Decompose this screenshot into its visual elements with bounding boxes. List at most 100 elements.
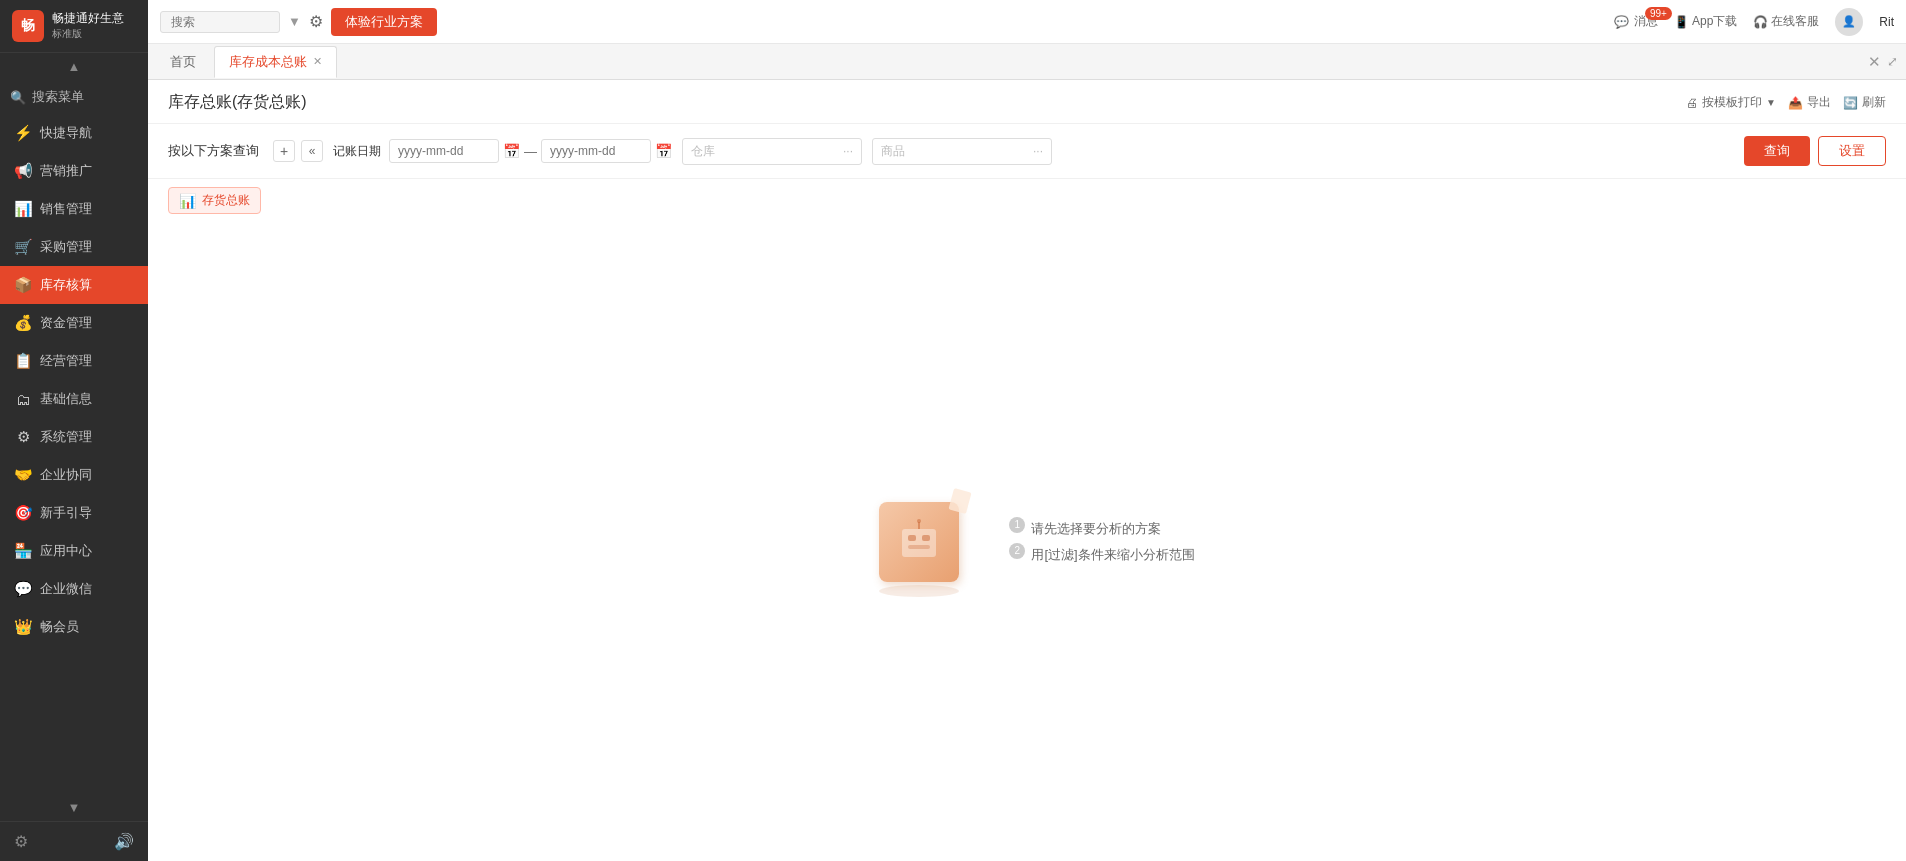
empty-state: 1 请先选择要分析的方案 2 用[过滤]条件来缩小分析范围: [148, 222, 1906, 861]
scheme-icon: 📊: [179, 193, 196, 209]
topbar-dropdown-icon[interactable]: ▼: [288, 14, 301, 29]
inventory-icon: 📦: [14, 276, 32, 294]
sidebar-nav: ⚡ 快捷导航 📢 营销推广 📊 销售管理 🛒 采购管理 📦 库存核算 💰 资金管…: [0, 114, 148, 794]
sidebar-footer: ⚙ 🔊: [0, 821, 148, 861]
tab-close-icon[interactable]: ✕: [313, 55, 322, 68]
date-end-input[interactable]: [541, 139, 651, 163]
sidebar-item-marketing[interactable]: 📢 营销推广: [0, 152, 148, 190]
empty-shadow: [879, 585, 959, 597]
message-icon: 💬: [1614, 15, 1629, 29]
goods-more-icon[interactable]: ···: [1033, 144, 1043, 158]
search-icon: 🔍: [10, 90, 26, 105]
message-badge[interactable]: 💬 消息 99+: [1614, 13, 1658, 30]
main-content: ▼ ⚙ 体验行业方案 💬 消息 99+ 📱 App下载 🎧 在线客服 👤 Rit: [148, 0, 1906, 861]
step-1-num: 1: [1009, 517, 1025, 533]
sidebar-item-finance[interactable]: 💰 资金管理: [0, 304, 148, 342]
sidebar-item-appstore[interactable]: 🏪 应用中心: [0, 532, 148, 570]
svg-point-5: [917, 519, 921, 523]
app-download[interactable]: 📱 App下载: [1674, 13, 1737, 30]
date-start-input[interactable]: [389, 139, 499, 163]
topbar-search-input[interactable]: [160, 11, 280, 33]
tab-expand-icon[interactable]: ⤢: [1887, 54, 1898, 69]
sidebar: 畅 畅捷通好生意 标准版 ▲ 🔍 搜索菜单 ⚡ 快捷导航 📢 营销推广 📊 销售…: [0, 0, 148, 861]
svg-rect-2: [922, 535, 930, 541]
sidebar-search[interactable]: 🔍 搜索菜单: [0, 80, 148, 114]
online-service[interactable]: 🎧 在线客服: [1753, 13, 1819, 30]
logo-icon: 畅: [12, 10, 44, 42]
finance-icon: 💰: [14, 314, 32, 332]
empty-hints: 1 请先选择要分析的方案 2 用[过滤]条件来缩小分析范围: [1009, 516, 1194, 568]
tab-close-panel-icon[interactable]: ✕: [1868, 53, 1881, 71]
headset-icon: 🎧: [1753, 15, 1768, 29]
sidebar-item-guide[interactable]: 🎯 新手引导: [0, 494, 148, 532]
sidebar-item-purchase[interactable]: 🛒 采购管理: [0, 228, 148, 266]
system-icon: ⚙: [14, 428, 32, 446]
print-dropdown-icon[interactable]: ▼: [1766, 97, 1776, 108]
date-field: 记账日期 📅 — 📅: [333, 139, 672, 163]
quick-nav-icon: ⚡: [14, 124, 32, 142]
sidebar-item-operation[interactable]: 📋 经营管理: [0, 342, 148, 380]
page-title: 库存总账(存货总账): [168, 92, 307, 113]
sidebar-item-quick-nav[interactable]: ⚡ 快捷导航: [0, 114, 148, 152]
tab-inventory-cost[interactable]: 库存成本总账 ✕: [214, 46, 337, 78]
scheme-item-inventory[interactable]: 📊 存货总账: [168, 187, 261, 214]
hint-step-1: 1 请先选择要分析的方案: [1009, 516, 1194, 542]
filter-row: 按以下方案查询 + « 记账日期 📅 — 📅: [168, 136, 1886, 166]
calendar-end-icon[interactable]: 📅: [655, 143, 672, 159]
warehouse-field[interactable]: 仓库 ···: [682, 138, 862, 165]
svg-rect-1: [908, 535, 916, 541]
filter-add-btn[interactable]: +: [273, 140, 295, 162]
tab-home[interactable]: 首页: [156, 47, 210, 77]
settings-btn[interactable]: 设置: [1818, 136, 1886, 166]
empty-box: [879, 502, 959, 582]
avatar-placeholder: 👤: [1842, 15, 1856, 28]
scroll-down-arrow[interactable]: ▼: [0, 794, 148, 821]
sidebar-item-wechat[interactable]: 💬 企业微信: [0, 570, 148, 608]
sales-icon: 📊: [14, 200, 32, 218]
appstore-icon: 🏪: [14, 542, 32, 560]
query-btn[interactable]: 查询: [1744, 136, 1810, 166]
print-icon: 🖨: [1686, 96, 1698, 110]
page-header: 库存总账(存货总账) 🖨 按模板打印 ▼ 📤 导出 🔄 刷新: [148, 80, 1906, 124]
warehouse-more-icon[interactable]: ···: [843, 144, 853, 158]
filter-label: 按以下方案查询: [168, 142, 259, 160]
audio-icon[interactable]: 🔊: [114, 832, 134, 851]
app-download-icon: 📱: [1674, 15, 1689, 29]
sidebar-item-member[interactable]: 👑 畅会员: [0, 608, 148, 646]
topbar-right: 💬 消息 99+ 📱 App下载 🎧 在线客服 👤 Rit: [1614, 8, 1894, 36]
sidebar-item-cooperation[interactable]: 🤝 企业协同: [0, 456, 148, 494]
topbar: ▼ ⚙ 体验行业方案 💬 消息 99+ 📱 App下载 🎧 在线客服 👤 Rit: [148, 0, 1906, 44]
refresh-btn[interactable]: 🔄 刷新: [1843, 94, 1886, 111]
scheme-list: 📊 存货总账: [148, 179, 1906, 222]
purchase-icon: 🛒: [14, 238, 32, 256]
industry-btn[interactable]: 体验行业方案: [331, 8, 437, 36]
filter-collapse-btn[interactable]: «: [301, 140, 323, 162]
cooperation-icon: 🤝: [14, 466, 32, 484]
booking-date-label: 记账日期: [333, 143, 381, 160]
step-2-num: 2: [1009, 543, 1025, 559]
svg-rect-3: [908, 545, 930, 549]
sidebar-item-sales[interactable]: 📊 销售管理: [0, 190, 148, 228]
goods-field[interactable]: 商品 ···: [872, 138, 1052, 165]
empty-paper: [949, 488, 972, 514]
scroll-up-arrow[interactable]: ▲: [0, 53, 148, 80]
calendar-start-icon[interactable]: 📅: [503, 143, 520, 159]
hint-step-2: 2 用[过滤]条件来缩小分析范围: [1009, 542, 1194, 568]
refresh-icon: 🔄: [1843, 96, 1858, 110]
logo-text: 畅捷通好生意: [52, 11, 124, 27]
settings-footer-icon[interactable]: ⚙: [14, 832, 28, 851]
tabbar: 首页 库存成本总账 ✕ ✕ ⤢: [148, 44, 1906, 80]
print-btn[interactable]: 🖨 按模板打印 ▼: [1686, 94, 1776, 111]
sidebar-item-basic[interactable]: 🗂 基础信息: [0, 380, 148, 418]
sidebar-item-inventory[interactable]: 📦 库存核算: [0, 266, 148, 304]
operation-icon: 📋: [14, 352, 32, 370]
export-btn[interactable]: 📤 导出: [1788, 94, 1831, 111]
member-icon: 👑: [14, 618, 32, 636]
topbar-gear-icon[interactable]: ⚙: [309, 12, 323, 31]
filter-area: 按以下方案查询 + « 记账日期 📅 — 📅: [148, 124, 1906, 179]
sidebar-item-system[interactable]: ⚙ 系统管理: [0, 418, 148, 456]
user-avatar[interactable]: 👤: [1835, 8, 1863, 36]
marketing-icon: 📢: [14, 162, 32, 180]
export-icon: 📤: [1788, 96, 1803, 110]
message-count: 99+: [1645, 7, 1672, 20]
